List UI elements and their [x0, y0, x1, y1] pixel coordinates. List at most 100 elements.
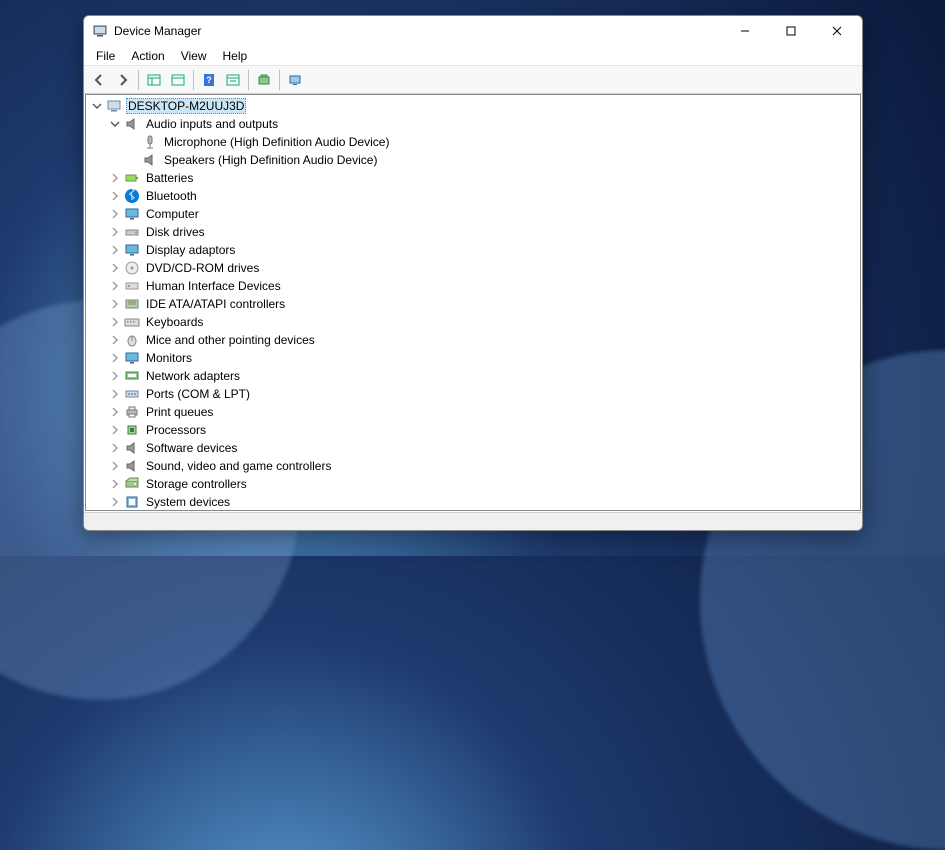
tree-category-label: Software devices	[144, 441, 239, 455]
network-icon	[124, 368, 140, 384]
tree-category[interactable]: Software devices	[90, 439, 860, 457]
minimize-button[interactable]	[722, 16, 768, 46]
expand-icon[interactable]	[108, 459, 122, 473]
device-manager-window: Device Manager File Action View Help ? D…	[83, 15, 863, 531]
menu-help[interactable]: Help	[215, 47, 256, 65]
app-icon	[92, 23, 108, 39]
system-icon	[124, 494, 140, 510]
speaker-icon	[124, 116, 140, 132]
cpu-icon	[124, 422, 140, 438]
tree-category-label: Bluetooth	[144, 189, 199, 203]
expand-icon[interactable]	[108, 207, 122, 221]
expand-icon[interactable]	[108, 477, 122, 491]
maximize-button[interactable]	[768, 16, 814, 46]
tree-category-label: Audio inputs and outputs	[144, 117, 280, 131]
svg-text:?: ?	[206, 75, 212, 85]
tree-category[interactable]: Storage controllers	[90, 475, 860, 493]
expand-icon[interactable]	[108, 369, 122, 383]
expand-icon[interactable]	[108, 225, 122, 239]
mic-icon	[142, 134, 158, 150]
window-title: Device Manager	[114, 24, 201, 38]
back-button[interactable]	[88, 69, 110, 91]
toolbar: ?	[84, 66, 862, 94]
expand-icon[interactable]	[108, 279, 122, 293]
scan-hardware-button[interactable]	[253, 69, 275, 91]
menu-file[interactable]: File	[88, 47, 123, 65]
tree-category[interactable]: Ports (COM & LPT)	[90, 385, 860, 403]
action-button[interactable]	[222, 69, 244, 91]
mouse-icon	[124, 332, 140, 348]
tree-device-label: Speakers (High Definition Audio Device)	[162, 153, 379, 167]
tree-category[interactable]: Display adaptors	[90, 241, 860, 259]
tree-category-label: Human Interface Devices	[144, 279, 283, 293]
tree-category[interactable]: Network adapters	[90, 367, 860, 385]
collapse-icon[interactable]	[90, 99, 104, 113]
monitor-icon	[124, 350, 140, 366]
tree-category[interactable]: Bluetooth	[90, 187, 860, 205]
speaker-icon	[124, 458, 140, 474]
battery-icon	[124, 170, 140, 186]
tree-category-label: Disk drives	[144, 225, 207, 239]
printer-icon	[124, 404, 140, 420]
help-button[interactable]: ?	[198, 69, 220, 91]
expand-icon[interactable]	[108, 495, 122, 509]
expand-icon[interactable]	[108, 297, 122, 311]
tree-root[interactable]: DESKTOP-M2UUJ3D	[90, 97, 860, 115]
toolbar-separator	[138, 70, 139, 90]
close-button[interactable]	[814, 16, 860, 46]
forward-button[interactable]	[112, 69, 134, 91]
tree-category[interactable]: Human Interface Devices	[90, 277, 860, 295]
tree-category-label: Batteries	[144, 171, 195, 185]
expand-icon[interactable]	[108, 189, 122, 203]
tree-category[interactable]: Sound, video and game controllers	[90, 457, 860, 475]
tree-category[interactable]: Monitors	[90, 349, 860, 367]
tree-category-label: Processors	[144, 423, 208, 437]
menu-action[interactable]: Action	[123, 47, 172, 65]
tree-category[interactable]: Computer	[90, 205, 860, 223]
expand-icon[interactable]	[108, 423, 122, 437]
tree-category-label: Keyboards	[144, 315, 205, 329]
tree-category[interactable]: Disk drives	[90, 223, 860, 241]
expand-icon[interactable]	[108, 405, 122, 419]
tree-category[interactable]: Mice and other pointing devices	[90, 331, 860, 349]
tree-device[interactable]: Speakers (High Definition Audio Device)	[90, 151, 860, 169]
properties-button[interactable]	[167, 69, 189, 91]
add-legacy-hardware-button[interactable]	[284, 69, 306, 91]
titlebar[interactable]: Device Manager	[84, 16, 862, 46]
status-bar	[84, 512, 862, 530]
expand-icon[interactable]	[108, 333, 122, 347]
device-tree[interactable]: DESKTOP-M2UUJ3D Audio inputs and outputs M…	[86, 95, 860, 510]
toolbar-separator	[279, 70, 280, 90]
tree-category[interactable]: System devices	[90, 493, 860, 510]
show-hide-console-tree-button[interactable]	[143, 69, 165, 91]
tree-category[interactable]: Audio inputs and outputs	[90, 115, 860, 133]
port-icon	[124, 386, 140, 402]
tree-category-label: System devices	[144, 495, 232, 509]
expand-icon[interactable]	[108, 351, 122, 365]
tree-category-label: Network adapters	[144, 369, 242, 383]
cd-icon	[124, 260, 140, 276]
tree-category[interactable]: Print queues	[90, 403, 860, 421]
tree-category-label: Print queues	[144, 405, 215, 419]
menu-view[interactable]: View	[173, 47, 215, 65]
expand-icon[interactable]	[108, 315, 122, 329]
tree-category[interactable]: DVD/CD-ROM drives	[90, 259, 860, 277]
expand-icon[interactable]	[108, 243, 122, 257]
bluetooth-icon	[124, 188, 140, 204]
tree-category-label: Computer	[144, 207, 201, 221]
expand-icon[interactable]	[108, 441, 122, 455]
expand-icon[interactable]	[108, 387, 122, 401]
tree-root-label: DESKTOP-M2UUJ3D	[126, 98, 246, 114]
speaker-icon	[124, 440, 140, 456]
tree-category[interactable]: Batteries	[90, 169, 860, 187]
expand-icon[interactable]	[108, 261, 122, 275]
tree-category-label: IDE ATA/ATAPI controllers	[144, 297, 287, 311]
collapse-icon[interactable]	[108, 117, 122, 131]
tree-category[interactable]: Keyboards	[90, 313, 860, 331]
tree-device[interactable]: Microphone (High Definition Audio Device…	[90, 133, 860, 151]
expand-icon[interactable]	[108, 171, 122, 185]
tree-category[interactable]: Processors	[90, 421, 860, 439]
tree-category-label: Sound, video and game controllers	[144, 459, 333, 473]
tree-category[interactable]: IDE ATA/ATAPI controllers	[90, 295, 860, 313]
monitor-icon	[124, 242, 140, 258]
